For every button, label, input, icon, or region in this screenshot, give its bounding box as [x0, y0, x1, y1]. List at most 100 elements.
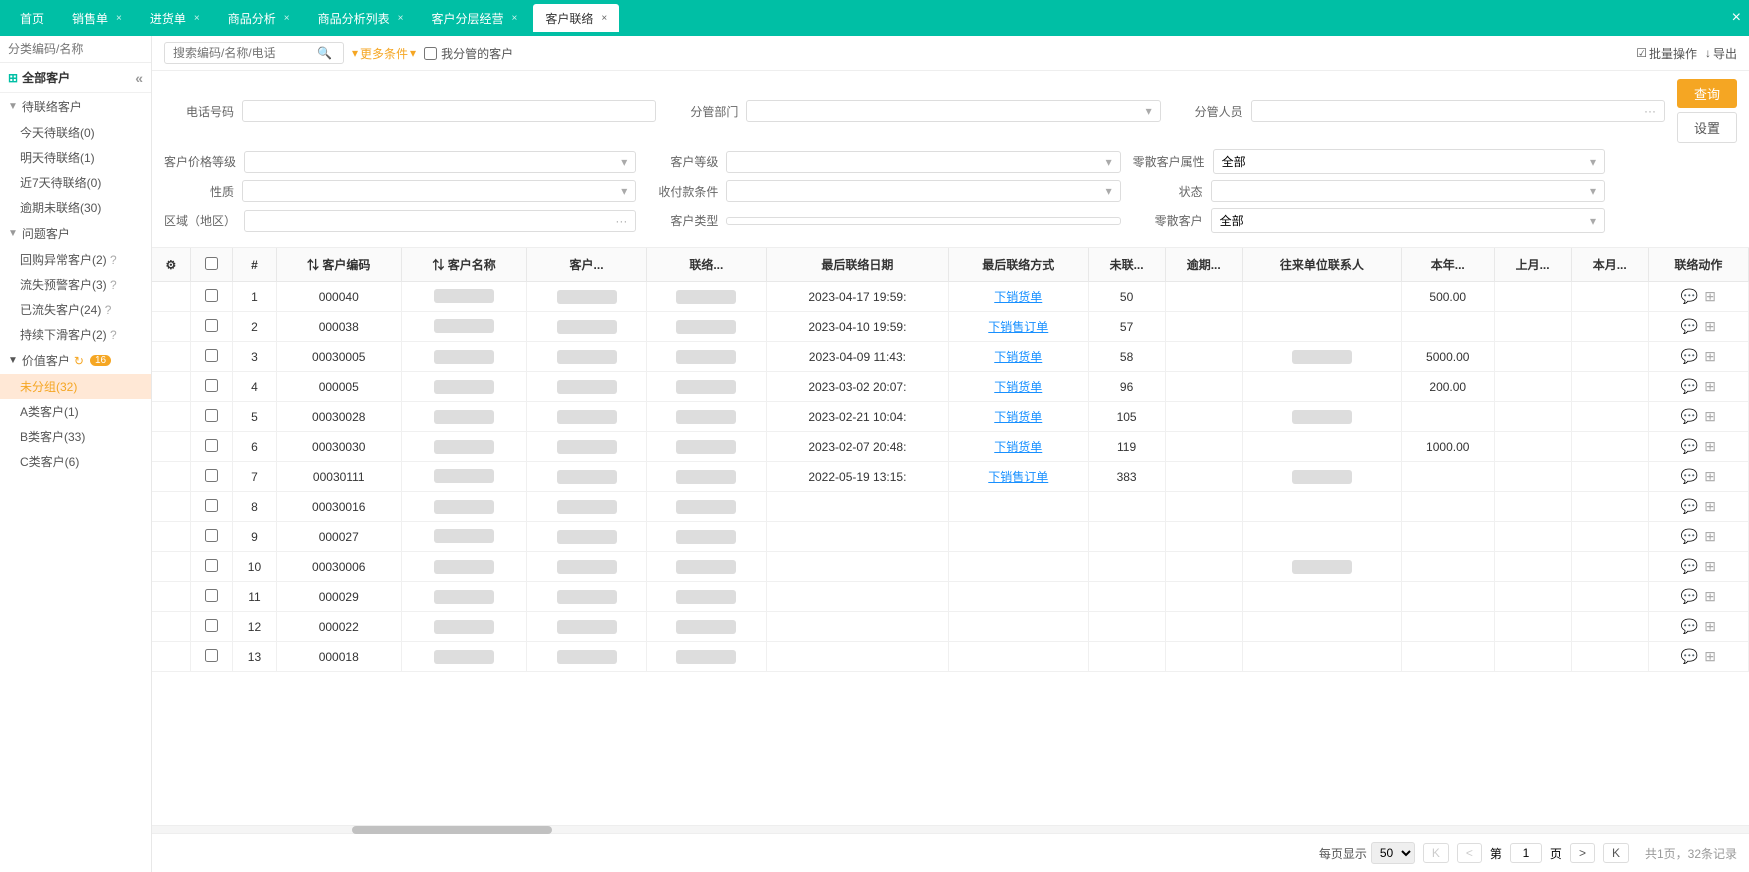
- apps-icon[interactable]: ⊞: [1704, 348, 1716, 365]
- row-checkbox[interactable]: [190, 462, 233, 492]
- contact-method-link[interactable]: 下销货单: [994, 410, 1042, 424]
- query-button[interactable]: 查询: [1677, 79, 1737, 108]
- row-select-checkbox[interactable]: [205, 619, 218, 632]
- row-select-checkbox[interactable]: [205, 439, 218, 452]
- tab-home[interactable]: 首页: [8, 4, 56, 32]
- apps-icon[interactable]: ⊞: [1704, 648, 1716, 665]
- message-icon[interactable]: 💬: [1681, 438, 1698, 455]
- tab-customer-segment[interactable]: 客户分层经营 ×: [419, 4, 529, 32]
- pending-group-header[interactable]: ▼ 待联络客户: [0, 93, 151, 120]
- prev-page-btn[interactable]: <: [1457, 843, 1482, 863]
- apps-icon[interactable]: ⊞: [1704, 378, 1716, 395]
- row-last-contact-method[interactable]: 下销售订单: [949, 462, 1089, 492]
- row-checkbox[interactable]: [190, 342, 233, 372]
- per-page-select[interactable]: 50: [1371, 842, 1415, 864]
- row-checkbox[interactable]: [190, 432, 233, 462]
- sidebar-item-b-class[interactable]: B类客户(33): [0, 424, 151, 449]
- close-customer-contact-tab[interactable]: ×: [601, 13, 607, 24]
- tab-sales[interactable]: 销售单 ×: [60, 4, 134, 32]
- sidebar-item-lost[interactable]: 已流失客户(24) ?: [0, 297, 151, 322]
- message-icon[interactable]: 💬: [1681, 618, 1698, 635]
- scrollbar-thumb[interactable]: [352, 826, 552, 834]
- row-checkbox[interactable]: [190, 552, 233, 582]
- contact-method-link[interactable]: 下销货单: [994, 440, 1042, 454]
- refresh-icon[interactable]: ↻: [74, 354, 84, 368]
- message-icon[interactable]: 💬: [1681, 348, 1698, 365]
- sidebar-item-warning[interactable]: 流失预警客户(3) ?: [0, 272, 151, 297]
- price-level-select[interactable]: ▾: [244, 151, 636, 173]
- sidebar-item-ungroup[interactable]: 未分组(32): [0, 374, 151, 399]
- gear-settings-icon[interactable]: ⚙: [165, 258, 176, 272]
- close-purchase-tab[interactable]: ×: [194, 13, 200, 24]
- window-close-button[interactable]: ×: [1732, 9, 1741, 27]
- apps-icon[interactable]: ⊞: [1704, 618, 1716, 635]
- sidebar-search-input[interactable]: [8, 42, 152, 56]
- row-checkbox[interactable]: [190, 312, 233, 342]
- row-select-checkbox[interactable]: [205, 529, 218, 542]
- row-last-contact-method[interactable]: 下销货单: [949, 342, 1089, 372]
- row-select-checkbox[interactable]: [205, 589, 218, 602]
- close-product-list-tab[interactable]: ×: [398, 13, 404, 24]
- row-last-contact-method[interactable]: [949, 612, 1089, 642]
- row-checkbox[interactable]: [190, 372, 233, 402]
- contact-method-link[interactable]: 下销货单: [994, 290, 1042, 304]
- person-select[interactable]: ···: [1251, 100, 1665, 122]
- reset-button[interactable]: 设置: [1677, 112, 1737, 143]
- batch-operations-btn[interactable]: ☑ 批量操作: [1636, 45, 1697, 62]
- sidebar-item-abnormal[interactable]: 回购异常客户(2) ?: [0, 247, 151, 272]
- row-last-contact-method[interactable]: 下销货单: [949, 402, 1089, 432]
- row-select-checkbox[interactable]: [205, 349, 218, 362]
- phone-input[interactable]: [242, 100, 656, 122]
- row-select-checkbox[interactable]: [205, 289, 218, 302]
- row-last-contact-method[interactable]: 下销售订单: [949, 312, 1089, 342]
- close-product-analysis-tab[interactable]: ×: [284, 13, 290, 24]
- th-code[interactable]: ⇅ 客户编码: [276, 248, 401, 282]
- dept-select[interactable]: ▾: [746, 100, 1160, 122]
- close-sales-tab[interactable]: ×: [116, 13, 122, 24]
- next-page-btn[interactable]: >: [1570, 843, 1595, 863]
- message-icon[interactable]: 💬: [1681, 408, 1698, 425]
- th-gear[interactable]: ⚙: [152, 248, 190, 282]
- row-select-checkbox[interactable]: [205, 409, 218, 422]
- apps-icon[interactable]: ⊞: [1704, 558, 1716, 575]
- row-select-checkbox[interactable]: [205, 319, 218, 332]
- row-last-contact-method[interactable]: 下销货单: [949, 372, 1089, 402]
- region-select[interactable]: ···: [244, 210, 636, 232]
- message-icon[interactable]: 💬: [1681, 288, 1698, 305]
- select-all-checkbox[interactable]: [205, 257, 218, 270]
- sidebar-item-tomorrow-pending[interactable]: 明天待联络(1): [0, 145, 151, 170]
- row-checkbox[interactable]: [190, 402, 233, 432]
- row-last-contact-method[interactable]: [949, 492, 1089, 522]
- main-search-icon[interactable]: 🔍: [317, 46, 332, 60]
- apps-icon[interactable]: ⊞: [1704, 288, 1716, 305]
- message-icon[interactable]: 💬: [1681, 468, 1698, 485]
- apps-icon[interactable]: ⊞: [1704, 408, 1716, 425]
- my-customers-checkbox-wrap[interactable]: 我分管的客户: [424, 45, 513, 62]
- status-select[interactable]: ▾: [1211, 180, 1605, 202]
- sidebar-item-today-pending[interactable]: 今天待联络(0): [0, 120, 151, 145]
- close-customer-segment-tab[interactable]: ×: [511, 13, 517, 24]
- sidebar-item-c-class[interactable]: C类客户(6): [0, 449, 151, 474]
- row-select-checkbox[interactable]: [205, 499, 218, 512]
- contact-method-link[interactable]: 下销售订单: [988, 320, 1048, 334]
- last-page-btn[interactable]: K: [1603, 843, 1629, 863]
- row-checkbox[interactable]: [190, 492, 233, 522]
- message-icon[interactable]: 💬: [1681, 528, 1698, 545]
- th-name[interactable]: ⇅ 客户名称: [401, 248, 526, 282]
- row-last-contact-method[interactable]: [949, 522, 1089, 552]
- row-checkbox[interactable]: [190, 282, 233, 312]
- message-icon[interactable]: 💬: [1681, 588, 1698, 605]
- apps-icon[interactable]: ⊞: [1704, 438, 1716, 455]
- first-page-btn[interactable]: K: [1423, 843, 1449, 863]
- contact-method-link[interactable]: 下销货单: [994, 380, 1042, 394]
- apps-icon[interactable]: ⊞: [1704, 588, 1716, 605]
- contact-method-link[interactable]: 下销售订单: [988, 470, 1048, 484]
- payment-select[interactable]: ▾: [726, 180, 1120, 202]
- row-select-checkbox[interactable]: [205, 379, 218, 392]
- row-select-checkbox[interactable]: [205, 649, 218, 662]
- customer-level-select[interactable]: ▾: [726, 151, 1120, 173]
- message-icon[interactable]: 💬: [1681, 378, 1698, 395]
- sidebar-item-7days-pending[interactable]: 近7天待联络(0): [0, 170, 151, 195]
- row-select-checkbox[interactable]: [205, 469, 218, 482]
- collapse-icon[interactable]: «: [135, 70, 143, 86]
